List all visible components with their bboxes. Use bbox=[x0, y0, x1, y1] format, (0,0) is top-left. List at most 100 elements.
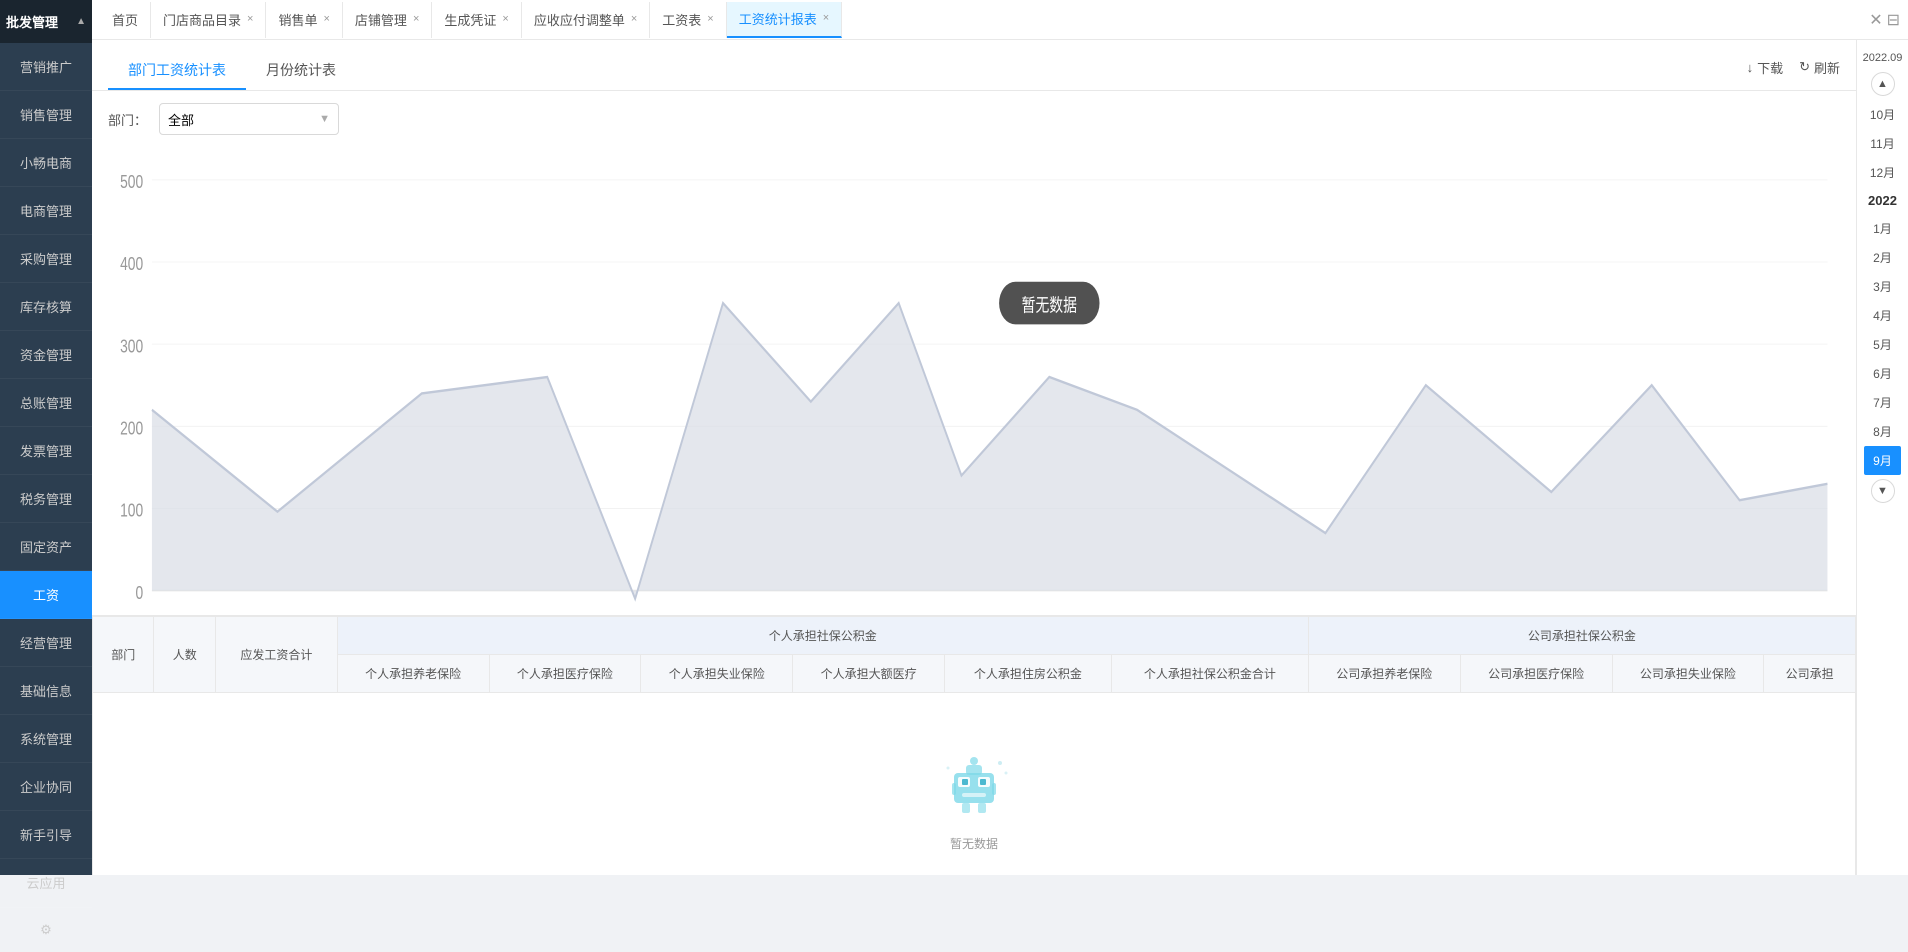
svg-text:0: 0 bbox=[135, 583, 143, 603]
download-button[interactable]: ↓ 下载 bbox=[1747, 58, 1784, 77]
timeline-item-2022[interactable]: 2022 bbox=[1864, 187, 1901, 214]
tab-门店商品目录[interactable]: 门店商品目录× bbox=[151, 2, 266, 38]
tab-close-工资统计报表[interactable]: × bbox=[823, 13, 829, 24]
sidebar-collapse-icon: ▲ bbox=[76, 16, 86, 27]
col-sub-header-7: 公司承担医疗保险 bbox=[1460, 655, 1612, 693]
refresh-icon: ↻ bbox=[1799, 59, 1810, 75]
col-group-company: 公司承担社保公积金 bbox=[1308, 617, 1855, 655]
timeline-item-4月[interactable]: 4月 bbox=[1864, 301, 1901, 330]
sidebar-item-电商管理[interactable]: 电商管理 bbox=[0, 187, 92, 235]
col-sub-header-8: 公司承担失业保险 bbox=[1612, 655, 1764, 693]
department-select-value: 全部 bbox=[168, 110, 194, 129]
table-area: 部门 人数 应发工资合计 个人承担社保公积金 公司承担社保公积金 个人承担养老保… bbox=[92, 615, 1856, 875]
sub-tabs: 部门工资统计表月份统计表 bbox=[108, 52, 356, 90]
col-header-dept: 部门 bbox=[93, 617, 154, 693]
timeline-item-10月[interactable]: 10月 bbox=[1864, 100, 1901, 129]
tab-应收应付调整单[interactable]: 应收应付调整单× bbox=[522, 2, 650, 38]
timeline-item-9月[interactable]: 9月 bbox=[1864, 446, 1901, 475]
tab-首页[interactable]: 首页 bbox=[100, 2, 151, 38]
sidebar-item-税务管理[interactable]: 税务管理 bbox=[0, 475, 92, 523]
sidebar-item-新手引导[interactable]: 新手引导 bbox=[0, 811, 92, 859]
empty-icon bbox=[934, 743, 1014, 823]
svg-text:200: 200 bbox=[120, 419, 143, 439]
col-sub-header-9: 公司承担 bbox=[1764, 655, 1856, 693]
sidebar-item-企业协同[interactable]: 企业协同 bbox=[0, 763, 92, 811]
tab-close-生成凭证[interactable]: × bbox=[502, 14, 508, 25]
tab-bar-close-icon[interactable]: ✕ bbox=[1869, 10, 1882, 30]
timeline-item-6月[interactable]: 6月 bbox=[1864, 359, 1901, 388]
sidebar-item-工资[interactable]: 工资 bbox=[0, 571, 92, 619]
refresh-label: 刷新 bbox=[1814, 58, 1840, 77]
sidebar-item-库存核算[interactable]: 库存核算 bbox=[0, 283, 92, 331]
col-header-count: 人数 bbox=[154, 617, 215, 693]
svg-text:400: 400 bbox=[120, 254, 143, 274]
col-header-total: 应发工资合计 bbox=[215, 617, 337, 693]
sidebar-item-固定资产[interactable]: 固定资产 bbox=[0, 523, 92, 571]
download-label: 下载 bbox=[1757, 58, 1783, 77]
col-sub-header-4: 个人承担住房公积金 bbox=[944, 655, 1111, 693]
col-sub-header-6: 公司承担养老保险 bbox=[1308, 655, 1460, 693]
timeline-up-nav[interactable]: ▲ bbox=[1871, 72, 1895, 96]
sub-tab-actions: ↓ 下载 ↻ 刷新 bbox=[1747, 58, 1840, 85]
empty-text: 暂无数据 bbox=[950, 835, 998, 852]
col-sub-header-0: 个人承担养老保险 bbox=[337, 655, 489, 693]
sidebar-item-总账管理[interactable]: 总账管理 bbox=[0, 379, 92, 427]
sidebar-item-营销推广[interactable]: 营销推广 bbox=[0, 43, 92, 91]
col-sub-header-5: 个人承担社保公积金合计 bbox=[1111, 655, 1308, 693]
tab-店铺管理[interactable]: 店铺管理× bbox=[343, 2, 432, 38]
chart-svg: 0 100 200 300 400 500 bbox=[108, 147, 1840, 607]
sidebar-settings[interactable]: ⚙ bbox=[0, 907, 92, 952]
timeline-item-3月[interactable]: 3月 bbox=[1864, 272, 1901, 301]
sub-tab-1[interactable]: 月份统计表 bbox=[246, 52, 356, 90]
timeline-panel: 2022.09 ▲ 10月11月12月20221月2月3月4月5月6月7月8月9… bbox=[1856, 40, 1908, 875]
sidebar: 批发管理 ▲ 营销推广销售管理小畅电商电商管理采购管理库存核算资金管理总账管理发… bbox=[0, 0, 92, 875]
tab-工资表[interactable]: 工资表× bbox=[650, 2, 726, 38]
sidebar-item-发票管理[interactable]: 发票管理 bbox=[0, 427, 92, 475]
sidebar-item-基础信息[interactable]: 基础信息 bbox=[0, 667, 92, 715]
timeline-item-8月[interactable]: 8月 bbox=[1864, 417, 1901, 446]
sidebar-item-小畅电商[interactable]: 小畅电商 bbox=[0, 139, 92, 187]
svg-text:暂无数据: 暂无数据 bbox=[1022, 296, 1077, 316]
download-icon: ↓ bbox=[1747, 60, 1754, 75]
empty-state: 暂无数据 bbox=[105, 703, 1843, 875]
tab-close-店铺管理[interactable]: × bbox=[413, 14, 419, 25]
timeline-item-2月[interactable]: 2月 bbox=[1864, 243, 1901, 272]
timeline-item-1月[interactable]: 1月 bbox=[1864, 214, 1901, 243]
svg-text:500: 500 bbox=[120, 172, 143, 192]
sidebar-item-资金管理[interactable]: 资金管理 bbox=[0, 331, 92, 379]
department-select[interactable]: 全部 ▼ bbox=[159, 103, 339, 135]
col-sub-header-2: 个人承担失业保险 bbox=[641, 655, 793, 693]
timeline-item-11月[interactable]: 11月 bbox=[1864, 129, 1901, 158]
filter-bar: 部门： 全部 ▼ bbox=[92, 91, 1856, 147]
tab-bar-restore-icon[interactable]: ⊟ bbox=[1887, 10, 1900, 30]
sidebar-item-采购管理[interactable]: 采购管理 bbox=[0, 235, 92, 283]
tab-生成凭证[interactable]: 生成凭证× bbox=[432, 2, 521, 38]
sidebar-item-销售管理[interactable]: 销售管理 bbox=[0, 91, 92, 139]
tab-close-销售单[interactable]: × bbox=[323, 14, 329, 25]
svg-text:300: 300 bbox=[120, 337, 143, 357]
tab-close-门店商品目录[interactable]: × bbox=[247, 14, 253, 25]
timeline-item-5月[interactable]: 5月 bbox=[1864, 330, 1901, 359]
timeline-item-7月[interactable]: 7月 bbox=[1864, 388, 1901, 417]
col-sub-header-3: 个人承担大额医疗 bbox=[793, 655, 945, 693]
col-group-personal: 个人承担社保公积金 bbox=[337, 617, 1308, 655]
chart-container: 0 100 200 300 400 500 bbox=[92, 147, 1856, 615]
sidebar-item-云应用[interactable]: 云应用 bbox=[0, 859, 92, 907]
tab-工资统计报表[interactable]: 工资统计报表× bbox=[727, 2, 842, 38]
timeline-item-12月[interactable]: 12月 bbox=[1864, 158, 1901, 187]
tab-close-应收应付调整单[interactable]: × bbox=[631, 14, 637, 25]
sidebar-item-经营管理[interactable]: 经营管理 bbox=[0, 619, 92, 667]
tab-销售单[interactable]: 销售单× bbox=[266, 2, 342, 38]
refresh-button[interactable]: ↻ 刷新 bbox=[1799, 58, 1840, 77]
timeline-year-label: 2022.09 bbox=[1861, 48, 1905, 68]
sub-tab-0[interactable]: 部门工资统计表 bbox=[108, 52, 246, 90]
sidebar-header[interactable]: 批发管理 ▲ bbox=[0, 0, 92, 43]
chevron-down-icon: ▼ bbox=[319, 113, 330, 125]
content-area: 部门工资统计表月份统计表 ↓ 下载 ↻ 刷新 部门： 全部 ▼ bbox=[92, 40, 1908, 875]
timeline-down-nav[interactable]: ▼ bbox=[1871, 479, 1895, 503]
tab-close-工资表[interactable]: × bbox=[707, 14, 713, 25]
filter-label: 部门： bbox=[108, 110, 147, 129]
tab-bar: 首页门店商品目录×销售单×店铺管理×生成凭证×应收应付调整单×工资表×工资统计报… bbox=[92, 0, 1908, 40]
sidebar-header-label: 批发管理 bbox=[6, 12, 58, 31]
sidebar-item-系统管理[interactable]: 系统管理 bbox=[0, 715, 92, 763]
